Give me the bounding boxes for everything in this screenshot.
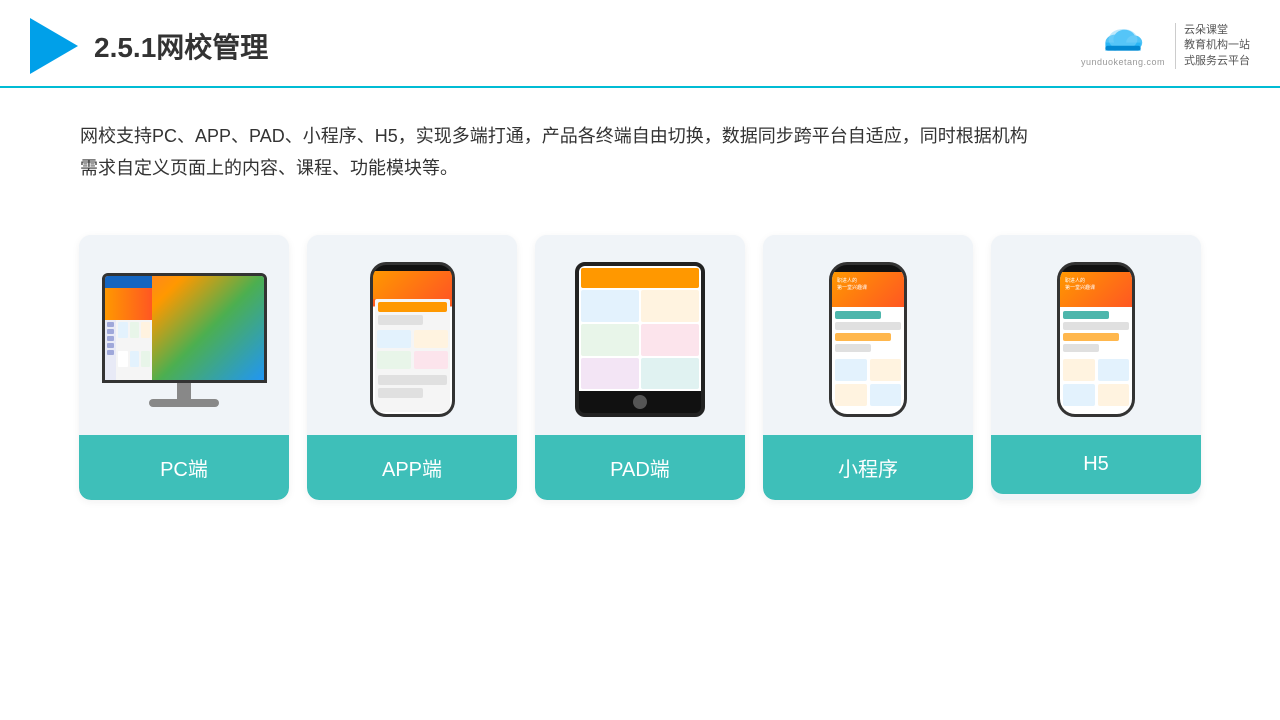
pc-image-area — [79, 235, 289, 435]
description-text: 网校支持PC、APP、PAD、小程序、H5，实现多端打通，产品各终端自由切换，数… — [0, 88, 1280, 205]
miniprogram-phone-icon: 职进人的第一堂兴趣课 — [829, 262, 907, 417]
h5-card: 职进人的第一堂兴趣课 H5 — [991, 235, 1201, 500]
pad-icon — [575, 262, 705, 417]
app-image-area — [307, 235, 517, 435]
miniprogram-label: 小程序 — [763, 435, 973, 500]
brand-tagline-line1: 教育机构一站 — [1184, 38, 1250, 53]
h5-phone-icon: 职进人的第一堂兴趣课 — [1057, 262, 1135, 417]
brand-tagline: 云朵课堂 教育机构一站 式服务云平台 — [1175, 23, 1250, 69]
pc-card: PC端 — [79, 235, 289, 500]
miniprogram-card: 职进人的第一堂兴趣课 小程序 — [763, 235, 973, 500]
h5-label: H5 — [991, 435, 1201, 494]
brand-url: yunduoketang.com — [1081, 57, 1165, 67]
pad-image-area — [535, 235, 745, 435]
miniprogram-image-area: 职进人的第一堂兴趣课 — [763, 235, 973, 435]
device-cards-container: PC端 — [0, 205, 1280, 530]
header-left: 2.5.1网校管理 — [30, 18, 268, 74]
app-label: APP端 — [307, 435, 517, 500]
brand-logo: yunduoketang.com 云朵课堂 教育机构一站 式服务云平台 — [1081, 23, 1250, 69]
page-title: 2.5.1网校管理 — [94, 26, 268, 66]
pc-label: PC端 — [79, 435, 289, 500]
logo-triangle-icon — [30, 18, 78, 74]
pad-label: PAD端 — [535, 435, 745, 500]
header: 2.5.1网校管理 yunduoketang.com 云朵课堂 — [0, 0, 1280, 88]
app-phone-icon — [370, 262, 455, 417]
h5-image-area: 职进人的第一堂兴趣课 — [991, 235, 1201, 435]
cloud-icon: yunduoketang.com — [1081, 25, 1165, 67]
brand-name: 云朵课堂 — [1184, 23, 1250, 38]
header-right: yunduoketang.com 云朵课堂 教育机构一站 式服务云平台 — [1081, 23, 1250, 69]
pad-card: PAD端 — [535, 235, 745, 500]
description-paragraph: 网校支持PC、APP、PAD、小程序、H5，实现多端打通，产品各终端自由切换，数… — [80, 120, 1200, 185]
app-card: APP端 — [307, 235, 517, 500]
pc-monitor-icon — [102, 273, 267, 407]
brand-tagline-line2: 式服务云平台 — [1184, 54, 1250, 69]
